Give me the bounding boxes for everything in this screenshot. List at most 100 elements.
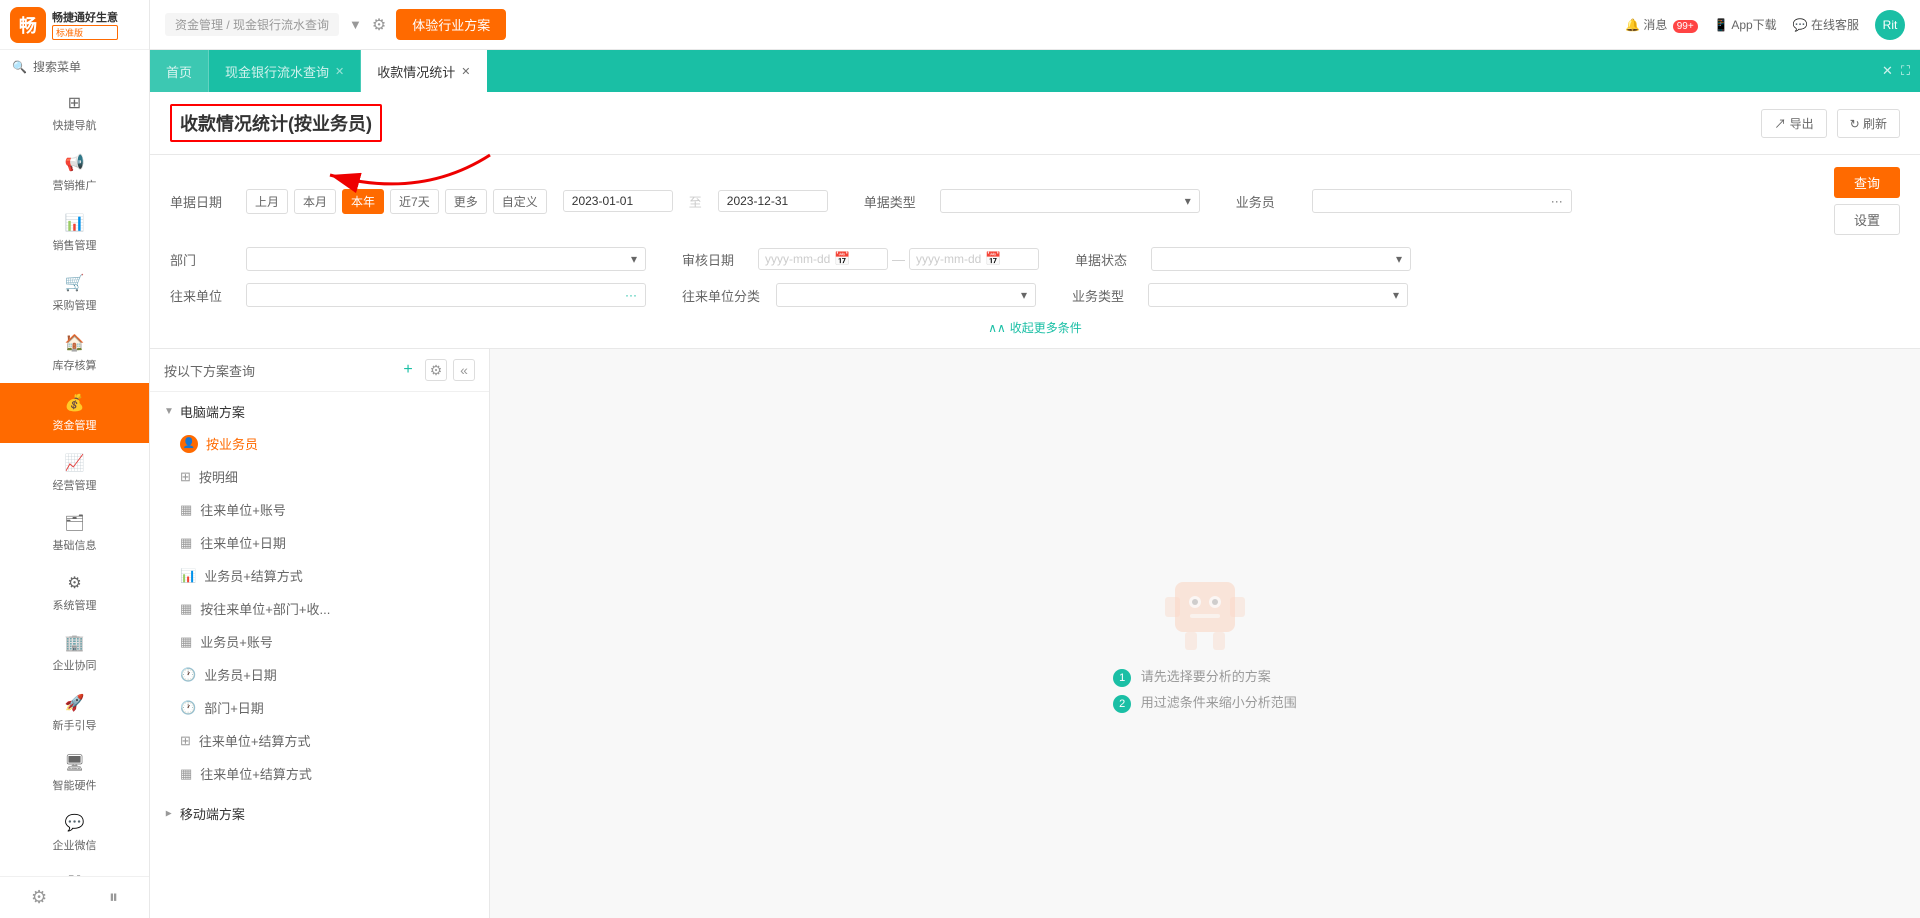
sidebar-item-quick-nav[interactable]: ⊞ 快捷导航 [0,83,149,143]
topbar: 资金管理 / 现金银行流水查询 ▼ ⚙ 体验行业方案 🔔 消息 99+ 📱 Ap… [150,0,1920,50]
notification-icon: 🔔 [1625,18,1640,32]
type-label: 单据类型 [864,192,924,211]
tab-expand-icon[interactable]: ⛶ [1901,63,1910,79]
sidebar-search[interactable]: 🔍 搜索菜单 [0,50,149,83]
scheme-item-salesman-account[interactable]: ▦ 业务员+账号 [150,625,489,658]
date-btn-more[interactable]: 更多 [445,189,487,214]
sidebar-item-operations[interactable]: 📈 经营管理 [0,443,149,503]
salesman-select[interactable]: ··· [1312,189,1572,213]
tab-receivables-close[interactable]: ✕ [461,65,470,78]
app-download-link[interactable]: 📱 App下载 [1714,16,1777,33]
salesman-label: 业务员 [1236,192,1296,211]
tab-close-all-icon[interactable]: ✕ [1882,63,1893,79]
scheme-item-partner-dept[interactable]: ▦ 按往来单位+部门+收... [150,592,489,625]
date-btn-last-month[interactable]: 上月 [246,189,288,214]
finance-icon: 💰 [65,393,85,413]
scheme-item-partner-date[interactable]: ▦ 往来单位+日期 [150,526,489,559]
sidebar-item-purchase[interactable]: 🛒 采购管理 [0,263,149,323]
scheme-item-by-salesman[interactable]: 👤 按业务员 [150,427,489,460]
type-select[interactable]: ▾ [940,189,1200,213]
scheme-item-salesman-date[interactable]: 🕐 业务员+日期 [150,658,489,691]
notification-badge: 99+ [1673,20,1698,33]
sidebar-item-guide[interactable]: 🚀 新手引导 [0,683,149,743]
left-panel-title: 按以下方案查询 [164,361,255,380]
tab-receivables[interactable]: 收款情况统计 ✕ [361,50,487,92]
partner-cat-select[interactable]: ▾ [776,283,1036,307]
date-btn-this-year[interactable]: 本年 [342,189,384,214]
date-btn-7days[interactable]: 近7天 [390,189,439,214]
partner-select[interactable]: ··· [246,283,646,307]
date-from-input[interactable] [563,190,673,212]
notification-area[interactable]: 🔔 消息 99+ [1625,16,1698,33]
topbar-right: 🔔 消息 99+ 📱 App下载 💬 在线客服 Rit [1625,10,1905,40]
collapse-sidebar-icon[interactable]: ⏸ [109,887,118,908]
operations-icon: 📈 [65,453,85,473]
add-scheme-btn[interactable]: + [397,359,419,381]
sidebar-item-hardware[interactable]: 🖥 智能硬件 [0,743,149,803]
partner-date-icon: ▦ [180,535,192,551]
left-panel-header: 按以下方案查询 + ⚙ « [150,349,489,392]
sidebar-item-wechat[interactable]: 💬 企业微信 [0,803,149,863]
partner-dept-icon: ▦ [180,601,192,617]
tab-cash-flow[interactable]: 现金银行流水查询 ✕ [209,50,361,92]
scheme-item-salesman-settlement[interactable]: 📊 业务员+结算方式 [150,559,489,592]
salesman-account-icon: ▦ [180,634,192,650]
desktop-scheme-group: ▼ 电脑端方案 👤 按业务员 ⊞ 按明细 ▦ 往来单位+账号 [150,392,489,794]
purchase-icon: 🛒 [65,273,85,293]
sidebar: 畅 畅捷通好生意 标准版 🔍 搜索菜单 ⊞ 快捷导航 📢 营销推广 📊 销售管理… [0,0,150,918]
date-to-input[interactable] [718,190,828,212]
topbar-gear-icon[interactable]: ⚙ [372,15,386,35]
scheme-item-dept-date[interactable]: 🕐 部门+日期 [150,691,489,724]
online-service-link[interactable]: 💬 在线客服 [1793,16,1859,33]
salesman-settlement-icon: 📊 [180,568,196,584]
date-btn-this-month[interactable]: 本月 [294,189,336,214]
filter-settings-button[interactable]: 设置 [1834,204,1900,235]
page-content: 收款情况统计(按业务员) ↗ 导出 ↻ 刷新 单据日期 上月 本月 [150,92,1920,918]
user-avatar[interactable]: Rit [1875,10,1905,40]
review-date-to-calendar: 📅 [985,251,1001,267]
tab-home[interactable]: 首页 [150,50,209,92]
scheme-item-partner-settlement1[interactable]: ⊞ 往来单位+结算方式 [150,724,489,757]
review-date-to[interactable]: yyyy-mm-dd 📅 [909,248,1039,270]
biz-type-select[interactable]: ▾ [1148,283,1408,307]
review-date-from[interactable]: yyyy-mm-dd 📅 [758,248,888,270]
date-btn-custom[interactable]: 自定义 [493,189,547,214]
query-button[interactable]: 查询 [1834,167,1900,198]
sidebar-item-system[interactable]: ⚙ 系统管理 [0,563,149,623]
mobile-group-arrow: ▼ [163,809,174,819]
export-button[interactable]: ↗ 导出 [1761,109,1826,138]
type-dropdown-icon: ▾ [1185,194,1191,208]
dept-select[interactable]: ▾ [246,247,646,271]
sidebar-nav: ⊞ 快捷导航 📢 营销推广 📊 销售管理 🛒 采购管理 🏠 库存核算 💰 资金管… [0,83,149,876]
scheme-settings-btn[interactable]: ⚙ [425,359,447,381]
scheme-item-partner-account[interactable]: ▦ 往来单位+账号 [150,493,489,526]
desktop-group-header[interactable]: ▼ 电脑端方案 [150,396,489,427]
sidebar-item-base[interactable]: 🗂 基础信息 [0,503,149,563]
tabs-actions: ✕ ⛶ [1872,50,1920,92]
collapse-button[interactable]: ∧∧ 收起更多条件 [988,319,1082,336]
scheme-item-partner-settlement2[interactable]: ▦ 往来单位+结算方式 [150,757,489,790]
refresh-button[interactable]: ↻ 刷新 [1837,109,1900,138]
quick-nav-icon: ⊞ [68,93,81,113]
collapse-area: ∧∧ 收起更多条件 [170,319,1900,336]
trial-button[interactable]: 体验行业方案 [396,9,506,40]
biz-type-dropdown-icon: ▾ [1393,288,1399,302]
sidebar-item-sales[interactable]: 📊 销售管理 [0,203,149,263]
tab-cash-flow-close[interactable]: ✕ [335,65,344,78]
collapse-panel-btn[interactable]: « [453,359,475,381]
partner-cat-label: 往来单位分类 [682,286,760,305]
mobile-group-header[interactable]: ▼ 移动端方案 [150,798,489,829]
sidebar-item-inventory[interactable]: 🏠 库存核算 [0,323,149,383]
refresh-icon: ↻ [1850,117,1860,131]
status-select[interactable]: ▾ [1151,247,1411,271]
sidebar-item-corp[interactable]: 🏢 企业协同 [0,623,149,683]
sidebar-item-marketing[interactable]: 📢 营销推广 [0,143,149,203]
sidebar-item-finance[interactable]: 💰 资金管理 [0,383,149,443]
topbar-dropdown-icon[interactable]: ▼ [349,17,362,32]
scheme-item-by-detail[interactable]: ⊞ 按明细 [150,460,489,493]
content-body: 按以下方案查询 + ⚙ « ▼ 电脑端方案 👤 [150,349,1920,918]
sidebar-item-member[interactable]: V 畅会员 [0,863,149,876]
app-icon: 📱 [1714,18,1729,32]
settings-footer-icon[interactable]: ⚙ [31,887,47,908]
search-icon: 🔍 [12,60,27,74]
